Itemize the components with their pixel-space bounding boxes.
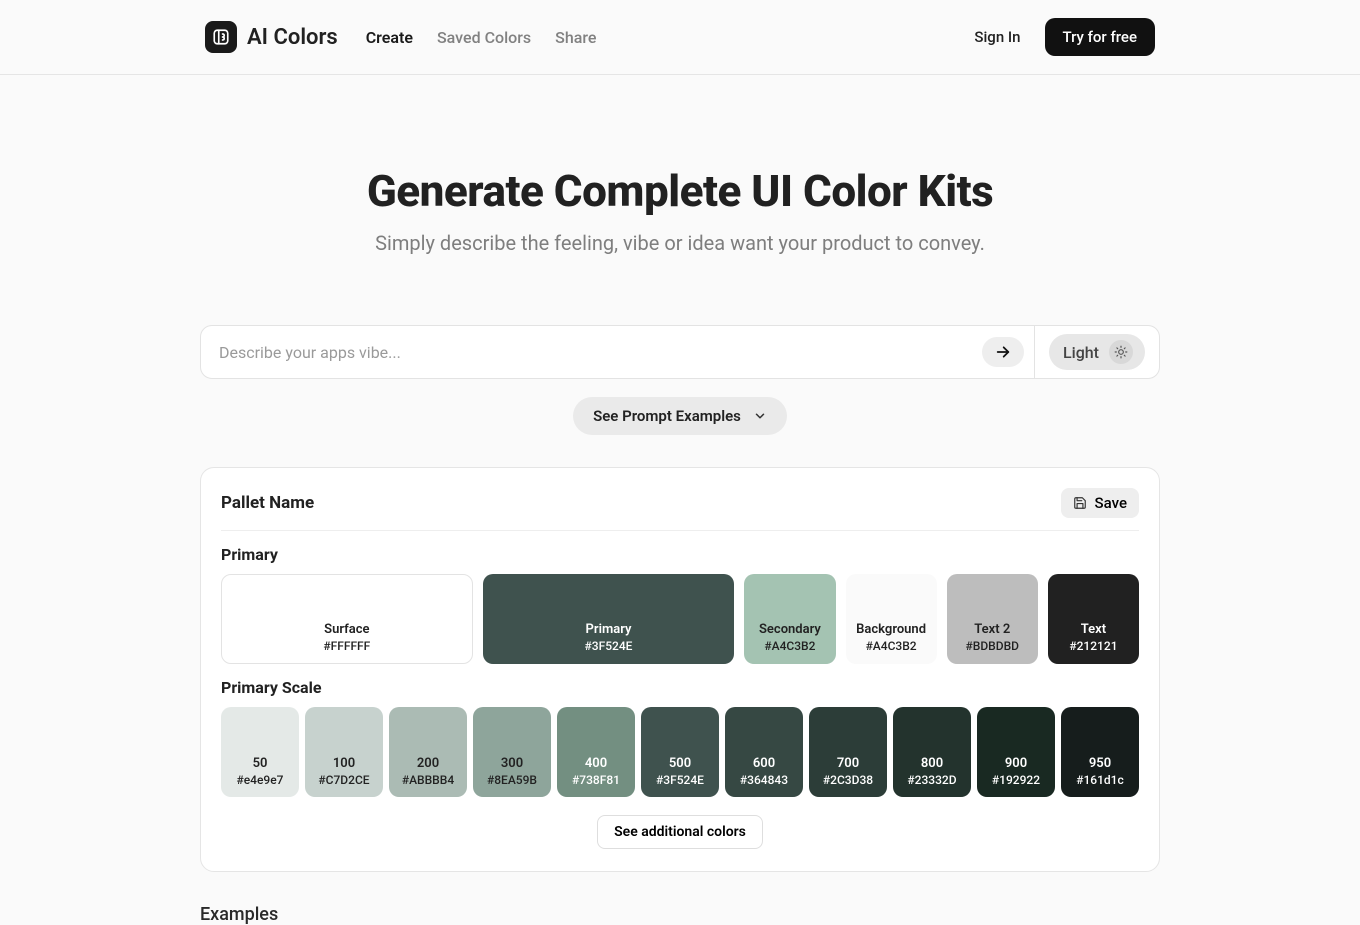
scale-hex: #C7D2CE	[318, 773, 369, 787]
arrow-right-icon	[995, 344, 1011, 360]
role-swatch[interactable]: Secondary #A4C3B2	[744, 574, 835, 664]
scale-number: 500	[669, 756, 691, 771]
see-additional-colors-button[interactable]: See additional colors	[597, 815, 763, 849]
page-title: Generate Complete UI Color Kits	[200, 165, 1160, 217]
scale-hex: #738F81	[572, 773, 620, 787]
role-swatch[interactable]: Text 2 #BDBDBD	[947, 574, 1038, 664]
scale-hex: #192922	[992, 773, 1040, 787]
save-icon	[1073, 496, 1087, 510]
swatch-name: Text	[1081, 622, 1106, 637]
try-for-free-button[interactable]: Try for free	[1045, 18, 1156, 56]
prompt-input[interactable]	[219, 343, 982, 362]
swatch-name: Secondary	[759, 622, 821, 637]
role-swatch[interactable]: Background #A4C3B2	[846, 574, 937, 664]
role-swatch[interactable]: Primary #3F524E	[483, 574, 735, 664]
scale-number: 50	[253, 756, 268, 771]
scale-swatch[interactable]: 600 #364843	[725, 707, 803, 797]
scale-hex: #23332D	[907, 773, 956, 787]
swatch-hex: #FFFFFF	[323, 639, 370, 653]
scale-number: 800	[921, 756, 943, 771]
scale-swatches-row: 50 #e4e9e7 100 #C7D2CE 200 #ABBBB4 300 #8EA59B 4…	[221, 707, 1139, 797]
nav-share[interactable]: Share	[555, 28, 596, 47]
scale-swatch[interactable]: 50 #e4e9e7	[221, 707, 299, 797]
scale-swatch[interactable]: 950 #161d1c	[1061, 707, 1139, 797]
primary-section-label: Primary	[221, 545, 1139, 564]
scale-swatch[interactable]: 700 #2C3D38	[809, 707, 887, 797]
header-left: AI Colors Create Saved Colors Share	[205, 21, 596, 53]
theme-toggle[interactable]: Light	[1049, 334, 1145, 370]
scale-number: 100	[333, 756, 355, 771]
scale-swatch[interactable]: 800 #23332D	[893, 707, 971, 797]
swatch-name: Text 2	[974, 622, 1010, 637]
swatch-hex: #3F524E	[585, 639, 633, 653]
palette-card-head: Pallet Name Save	[221, 488, 1139, 531]
scale-swatch[interactable]: 400 #738F81	[557, 707, 635, 797]
prompt-examples-wrap: See Prompt Examples	[200, 397, 1160, 435]
prompt-box	[200, 325, 1035, 379]
scale-hex: #ABBBB4	[402, 773, 454, 787]
scale-number: 300	[501, 756, 523, 771]
swatch-hex: #212121	[1069, 639, 1117, 653]
scale-hex: #161d1c	[1076, 773, 1124, 787]
scale-swatch[interactable]: 500 #3F524E	[641, 707, 719, 797]
save-button[interactable]: Save	[1061, 488, 1139, 518]
theme-label: Light	[1063, 343, 1099, 362]
primary-scale-label: Primary Scale	[221, 678, 1139, 697]
theme-box: Light	[1035, 325, 1160, 379]
brand-logo[interactable]: AI Colors	[205, 21, 338, 53]
prompt-examples-button[interactable]: See Prompt Examples	[573, 397, 787, 435]
scale-swatch[interactable]: 300 #8EA59B	[473, 707, 551, 797]
scale-number: 400	[585, 756, 607, 771]
scale-number: 950	[1089, 756, 1111, 771]
brand-name: AI Colors	[247, 25, 338, 50]
role-swatch[interactable]: Surface #FFFFFF	[221, 574, 473, 664]
page-subtitle: Simply describe the feeling, vibe or ide…	[200, 231, 1160, 255]
chevron-down-icon	[753, 409, 767, 423]
app-header: AI Colors Create Saved Colors Share Sign…	[0, 0, 1360, 75]
submit-prompt-button[interactable]	[982, 337, 1024, 367]
main-nav: Create Saved Colors Share	[366, 28, 597, 47]
sign-in-link[interactable]: Sign In	[974, 28, 1020, 46]
scale-number: 200	[417, 756, 439, 771]
scale-number: 700	[837, 756, 859, 771]
additional-colors-wrap: See additional colors	[221, 815, 1139, 849]
palette-name[interactable]: Pallet Name	[221, 493, 314, 513]
hero-section: Generate Complete UI Color Kits Simply d…	[200, 75, 1160, 305]
nav-saved-colors[interactable]: Saved Colors	[437, 28, 531, 47]
prompt-examples-label: See Prompt Examples	[593, 407, 741, 425]
scale-number: 600	[753, 756, 775, 771]
scale-swatch[interactable]: 900 #192922	[977, 707, 1055, 797]
scale-number: 900	[1005, 756, 1027, 771]
scale-hex: #3F524E	[656, 773, 704, 787]
nav-create[interactable]: Create	[366, 28, 413, 47]
palette-card: Pallet Name Save Primary Surface #FFFFFF P…	[200, 467, 1160, 872]
role-swatches-row: Surface #FFFFFF Primary #3F524E Secondary #A4…	[221, 574, 1139, 664]
scale-hex: #8EA59B	[487, 773, 537, 787]
scale-hex: #364843	[740, 773, 788, 787]
swatch-hex: #A4C3B2	[866, 639, 917, 653]
logo-mark-icon	[205, 21, 237, 53]
examples-heading: Examples	[200, 904, 1160, 925]
swatch-name: Primary	[586, 622, 632, 637]
sun-icon	[1109, 340, 1133, 364]
role-swatch[interactable]: Text #212121	[1048, 574, 1139, 664]
swatch-name: Surface	[324, 622, 369, 637]
scale-swatch[interactable]: 100 #C7D2CE	[305, 707, 383, 797]
swatch-hex: #A4C3B2	[764, 639, 815, 653]
scale-swatch[interactable]: 200 #ABBBB4	[389, 707, 467, 797]
prompt-row: Light	[200, 325, 1160, 379]
scale-hex: #e4e9e7	[237, 773, 284, 787]
swatch-hex: #BDBDBD	[966, 639, 1019, 653]
swatch-name: Background	[856, 622, 926, 637]
scale-hex: #2C3D38	[823, 773, 873, 787]
save-label: Save	[1095, 494, 1127, 512]
header-right: Sign In Try for free	[974, 18, 1155, 56]
